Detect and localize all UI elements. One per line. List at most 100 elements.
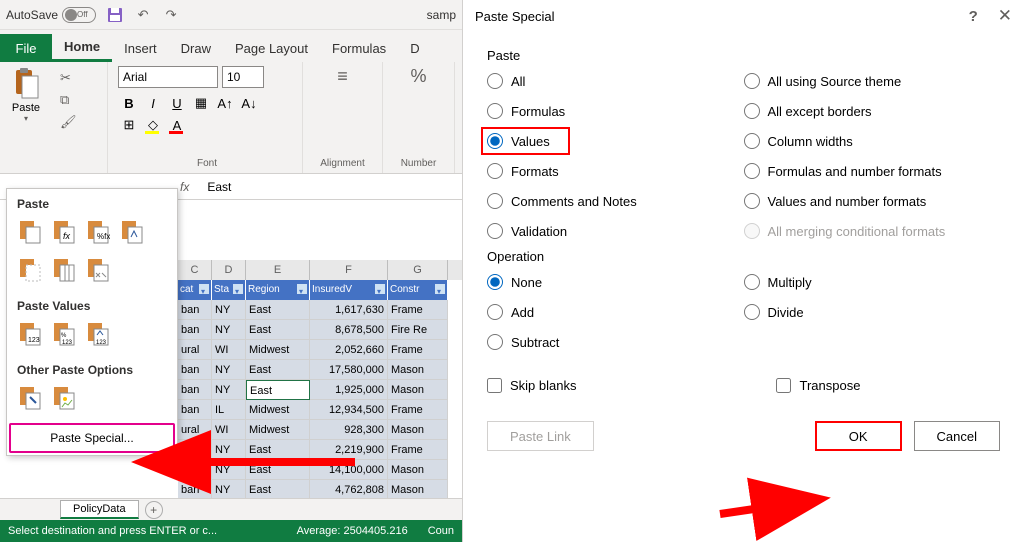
header-cell[interactable]: cat (178, 280, 212, 300)
toggle-off[interactable]: Off (62, 7, 96, 23)
table-row[interactable]: banNYEast17,580,000Mason (178, 360, 462, 380)
paste-option-icon[interactable] (117, 217, 147, 247)
paste-radio-all[interactable]: All (487, 73, 744, 89)
paste-option-icon[interactable]: %fx (83, 217, 113, 247)
header-cell[interactable]: Sta (212, 280, 246, 300)
col-letter[interactable]: C (178, 260, 212, 280)
cell[interactable]: Mason (388, 420, 448, 440)
table-row[interactable]: banNYEast8,678,500Fire Re (178, 320, 462, 340)
cell[interactable]: East (246, 300, 310, 320)
paste-radio-column-widths[interactable]: Column widths (744, 133, 1001, 149)
close-icon[interactable]: ✕ (998, 6, 1012, 26)
fx-icon[interactable]: fx (180, 180, 189, 194)
font-name-select[interactable] (118, 66, 218, 88)
paste-radio-values-and-number-formats[interactable]: Values and number formats (744, 193, 1001, 209)
table-row[interactable]: banNYEast1,617,630Frame (178, 300, 462, 320)
cell[interactable]: NY (212, 320, 246, 340)
paste-option-icon[interactable] (83, 255, 113, 285)
help-icon[interactable]: ? (969, 8, 978, 25)
cell[interactable]: Frame (388, 440, 448, 460)
decrease-font-button[interactable]: A↓ (238, 92, 260, 114)
tab-formulas[interactable]: Formulas (320, 34, 398, 62)
cell[interactable]: Mason (388, 360, 448, 380)
filter-icon[interactable] (434, 283, 446, 295)
filter-icon[interactable] (296, 283, 308, 295)
format-painter-icon[interactable]: 🖌 (60, 114, 77, 130)
cell[interactable]: ban (178, 300, 212, 320)
copy-icon[interactable]: ⧉ (60, 92, 77, 108)
paste-special-menu-item[interactable]: Paste Special... (9, 423, 175, 453)
paste-radio-all-using-source-theme[interactable]: All using Source theme (744, 73, 1001, 89)
other-paste-icon[interactable] (49, 383, 79, 413)
table-row[interactable]: banNYEast1,925,000Mason (178, 380, 462, 400)
undo-icon[interactable]: ↶ (134, 6, 152, 24)
underline-button[interactable]: U (166, 92, 188, 114)
percent-icon[interactable]: % (410, 66, 426, 87)
op-radio-subtract[interactable]: Subtract (487, 334, 744, 350)
col-letter[interactable]: E (246, 260, 310, 280)
paste-link-button[interactable]: Paste Link (487, 421, 594, 451)
paste-radio-validation[interactable]: Validation (487, 223, 744, 239)
add-sheet-button[interactable]: + (145, 501, 163, 519)
table-row[interactable]: banILMidwest12,934,500Frame (178, 400, 462, 420)
col-letter[interactable]: D (212, 260, 246, 280)
op-radio-multiply[interactable]: Multiply (744, 274, 1001, 290)
cell[interactable]: Frame (388, 400, 448, 420)
cell[interactable]: ban (178, 360, 212, 380)
paste-radio-comments-and-notes[interactable]: Comments and Notes (487, 193, 744, 209)
cancel-button[interactable]: Cancel (914, 421, 1000, 451)
cell[interactable]: Mason (388, 480, 448, 500)
paste-option-icon[interactable]: fx (49, 217, 79, 247)
table-row[interactable]: uralWIMidwest928,300Mason (178, 420, 462, 440)
cell[interactable]: IL (212, 400, 246, 420)
filter-icon[interactable] (198, 283, 210, 295)
paste-radio-formats[interactable]: Formats (487, 163, 744, 179)
tab-home[interactable]: Home (52, 34, 112, 62)
font-color-button[interactable]: A (166, 114, 188, 136)
cell[interactable]: NY (212, 360, 246, 380)
cell[interactable]: East (246, 380, 310, 400)
tab-pagelayout[interactable]: Page Layout (223, 34, 320, 62)
cell[interactable]: Frame (388, 340, 448, 360)
op-radio-divide[interactable]: Divide (744, 304, 1001, 320)
cell[interactable]: 2,052,660 (310, 340, 388, 360)
table-row[interactable]: uralWIMidwest2,052,660Frame (178, 340, 462, 360)
paste-radio-formulas[interactable]: Formulas (487, 103, 744, 119)
header-cell[interactable]: Constr (388, 280, 448, 300)
transpose-checkbox[interactable]: Transpose (776, 378, 860, 393)
cell[interactable]: ban (178, 320, 212, 340)
cell[interactable]: NY (212, 300, 246, 320)
paste-option-icon[interactable] (15, 255, 45, 285)
filter-icon[interactable] (232, 283, 244, 295)
sheet-tab[interactable]: PolicyData (60, 500, 139, 519)
ok-button[interactable]: OK (815, 421, 902, 451)
redo-icon[interactable]: ↷ (162, 6, 180, 24)
cell[interactable]: 8,678,500 (310, 320, 388, 340)
paste-values-icon[interactable]: %123 (49, 319, 79, 349)
cell[interactable]: Mason (388, 460, 448, 480)
cell[interactable]: 12,934,500 (310, 400, 388, 420)
border-button[interactable]: ▦ (190, 92, 212, 114)
cell[interactable]: ural (178, 340, 212, 360)
paste-values-icon[interactable]: 123 (15, 319, 45, 349)
cell[interactable]: Mason (388, 380, 448, 400)
paste-button[interactable]: Paste ▾ (6, 66, 46, 123)
header-cell[interactable]: InsuredV (310, 280, 388, 300)
increase-font-button[interactable]: A↑ (214, 92, 236, 114)
file-tab[interactable]: File (0, 34, 52, 62)
font-size-select[interactable] (222, 66, 264, 88)
cell[interactable]: ban (178, 380, 212, 400)
borders-button[interactable]: ⊞ (118, 114, 140, 136)
italic-button[interactable]: I (142, 92, 164, 114)
paste-radio-formulas-and-number-formats[interactable]: Formulas and number formats (744, 163, 1001, 179)
cell[interactable]: 928,300 (310, 420, 388, 440)
cell[interactable]: Midwest (246, 340, 310, 360)
cell[interactable]: East (246, 320, 310, 340)
bold-button[interactable]: B (118, 92, 140, 114)
cell[interactable]: ural (178, 420, 212, 440)
cell[interactable]: Midwest (246, 400, 310, 420)
cell[interactable]: East (246, 360, 310, 380)
paste-option-icon[interactable] (15, 217, 45, 247)
cell[interactable]: WI (212, 420, 246, 440)
paste-values-icon[interactable]: 123 (83, 319, 113, 349)
